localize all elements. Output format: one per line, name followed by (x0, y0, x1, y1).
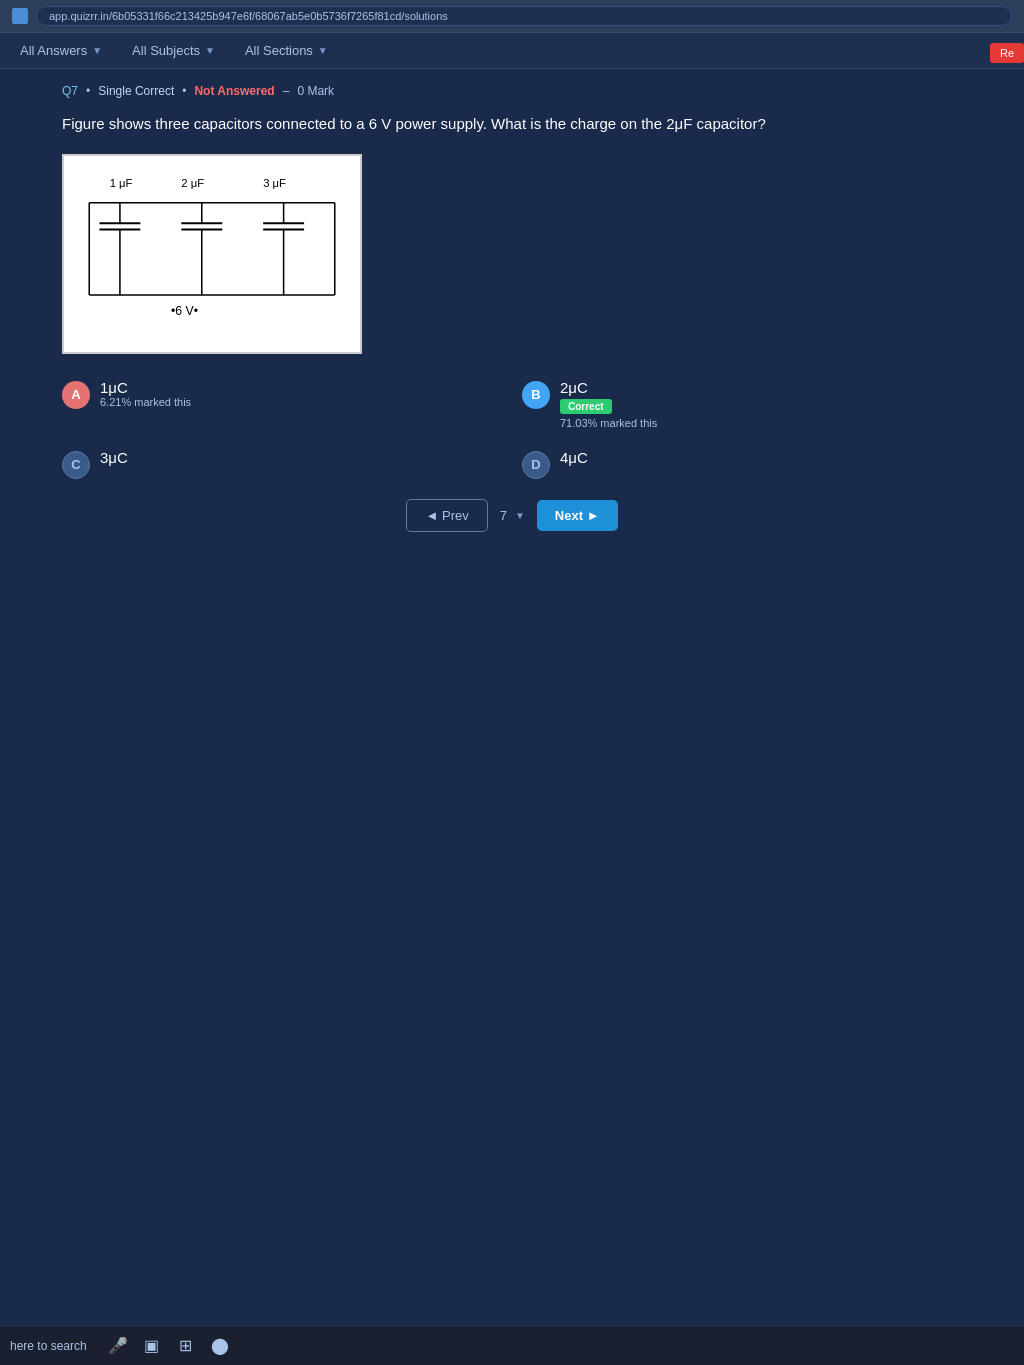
option-b-content: 2μC Correct 71.03% marked this (560, 379, 962, 429)
window-icon[interactable]: ▣ (141, 1335, 163, 1357)
question-type: Single Correct (98, 84, 174, 98)
option-a-circle: A (62, 381, 90, 409)
option-b-circle: B (522, 381, 550, 409)
browser-bar: app.quizrr.in/6b05331f66c213425b947e6f/6… (0, 0, 1024, 33)
taskbar: here to search 🎤 ▣ ⊞ ⬤ (0, 1325, 1024, 1365)
main-content: Q7 • Single Correct • Not Answered – 0 M… (32, 69, 992, 567)
favicon-icon (12, 8, 28, 24)
taskbar-search-label: here to search (10, 1339, 87, 1353)
option-a-content: 1μC 6.21% marked this (100, 379, 502, 408)
question-number: Q7 (62, 84, 78, 98)
chevron-down-icon: ▼ (318, 45, 328, 56)
dot-separator2: • (182, 84, 186, 98)
svg-text:•6 V•: •6 V• (171, 304, 198, 318)
correct-badge: Correct (560, 399, 612, 414)
circuit-diagram: 1 μF 2 μF 3 μF (62, 154, 362, 354)
chevron-down-icon: ▼ (92, 45, 102, 56)
option-a-stat: 6.21% marked this (100, 396, 502, 408)
answer-option-c[interactable]: C 3μC (62, 449, 502, 479)
svg-text:3 μF: 3 μF (263, 177, 286, 189)
answer-option-b[interactable]: B 2μC Correct 71.03% marked this (522, 379, 962, 429)
question-text: Figure shows three capacitors connected … (62, 113, 962, 136)
option-c-content: 3μC (100, 449, 502, 466)
option-d-circle: D (522, 451, 550, 479)
chevron-down-icon: ▼ (205, 45, 215, 56)
question-status: Not Answered (194, 84, 274, 98)
microphone-icon[interactable]: 🎤 (107, 1335, 129, 1357)
all-subjects-nav[interactable]: All Subjects ▼ (132, 43, 215, 58)
question-meta: Q7 • Single Correct • Not Answered – 0 M… (62, 84, 962, 98)
chrome-icon[interactable]: ⬤ (209, 1335, 231, 1357)
prev-button[interactable]: ◄ Prev (406, 499, 487, 532)
answer-option-d[interactable]: D 4μC (522, 449, 962, 479)
dash-separator: – (283, 84, 290, 98)
page-number: 7 ▼ (500, 508, 525, 523)
all-answers-nav[interactable]: All Answers ▼ (20, 43, 102, 58)
all-sections-nav[interactable]: All Sections ▼ (245, 43, 328, 58)
option-d-value: 4μC (560, 449, 962, 466)
option-b-stat: 71.03% marked this (560, 417, 962, 429)
taskbar-icons: 🎤 ▣ ⊞ ⬤ (107, 1335, 231, 1357)
url-bar[interactable]: app.quizrr.in/6b05331f66c213425b947e6f/6… (36, 6, 1012, 26)
option-c-circle: C (62, 451, 90, 479)
re-button[interactable]: Re (990, 43, 1024, 63)
dot-separator: • (86, 84, 90, 98)
next-button[interactable]: Next ► (537, 500, 618, 531)
chevron-down-icon: ▼ (515, 510, 525, 521)
option-a-value: 1μC (100, 379, 502, 396)
answers-grid: A 1μC 6.21% marked this B 2μC Correct 71… (62, 379, 962, 479)
option-d-content: 4μC (560, 449, 962, 466)
option-b-value: 2μC (560, 379, 962, 396)
svg-text:1 μF: 1 μF (110, 177, 133, 189)
svg-text:2 μF: 2 μF (181, 177, 204, 189)
option-c-value: 3μC (100, 449, 502, 466)
navigation-buttons: ◄ Prev 7 ▼ Next ► (62, 499, 962, 532)
answer-option-a[interactable]: A 1μC 6.21% marked this (62, 379, 502, 429)
top-navigation: All Answers ▼ All Subjects ▼ All Section… (0, 33, 1024, 69)
apps-icon[interactable]: ⊞ (175, 1335, 197, 1357)
question-marks: 0 Mark (297, 84, 334, 98)
circuit-svg: 1 μF 2 μF 3 μF (79, 171, 345, 337)
